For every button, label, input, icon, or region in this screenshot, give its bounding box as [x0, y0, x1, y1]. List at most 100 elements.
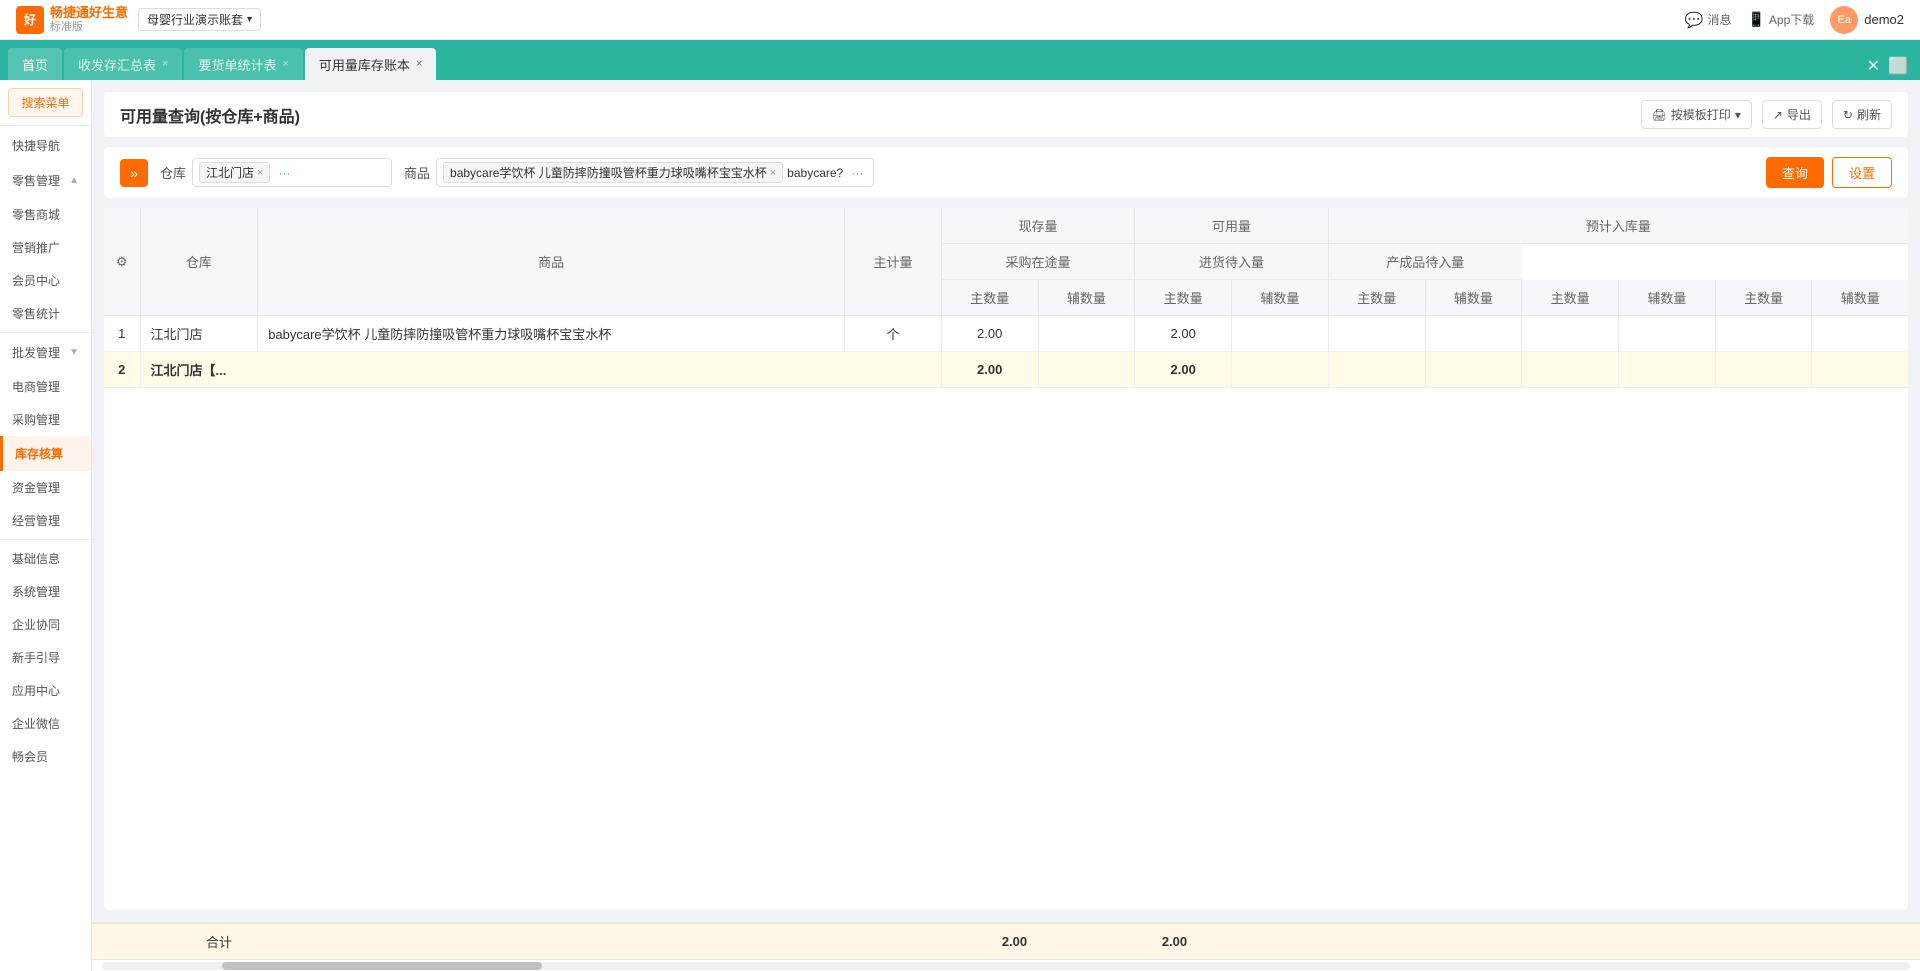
product-extra-label: babycare?	[787, 166, 843, 180]
row-inbound-pending-main	[1522, 316, 1619, 352]
data-table: ⚙ 仓库 商品 主计量 现存量 可用量 预计入库量 采购在途量 进货待入量 产成…	[104, 208, 1908, 388]
sidebar-item-zero-sales-mall[interactable]: 零售商城	[0, 198, 91, 231]
page-title: 可用量查询(按仓库+商品)	[120, 103, 300, 127]
stock-group-header: 现存量	[941, 208, 1134, 244]
finished-pending-header: 产成品待入量	[1328, 244, 1521, 280]
tab-available-stock[interactable]: 可用量库存账本 ×	[305, 48, 436, 80]
app-download-button[interactable]: 📱 App下载	[1747, 11, 1814, 28]
table-footer-area: 合计 2.00 2.00	[92, 922, 1920, 971]
search-menu-button[interactable]: 搜索菜单	[8, 88, 83, 117]
subtotal-available-main: 2.00	[1135, 352, 1232, 388]
tab-close-order-stats[interactable]: ×	[282, 58, 288, 70]
tenant-selector[interactable]: 母婴行业演示账套 ▾	[138, 8, 261, 31]
message-icon: 💬	[1685, 11, 1704, 29]
sidebar-item-marketing[interactable]: 营销推广	[0, 231, 91, 264]
row-warehouse: 江北门店	[140, 316, 258, 352]
sidebar-item-app-center[interactable]: 应用中心	[0, 674, 91, 707]
page-actions: 🖨 按模板打印 ▾ ↗ 导出 ↻ 刷新	[1641, 100, 1892, 129]
export-icon: ↗	[1773, 108, 1783, 122]
unit-column-header: 主计量	[845, 208, 942, 316]
tab-receive-send[interactable]: 收发存汇总表 ×	[64, 48, 182, 80]
subtotal-no: 2	[104, 352, 140, 388]
page-header: 可用量查询(按仓库+商品) 🖨 按模板打印 ▾ ↗ 导出 ↻ 刷新	[104, 92, 1908, 137]
sidebar-item-business-mgmt[interactable]: 经营管理	[0, 504, 91, 537]
warehouse-tag-close-icon[interactable]: ×	[257, 167, 263, 179]
tab-order-stats[interactable]: 要货单统计表 ×	[184, 48, 302, 80]
maximize-icon[interactable]: ⬜	[1888, 56, 1908, 76]
sidebar-item-system-mgmt[interactable]: 系统管理	[0, 575, 91, 608]
warehouse-column-header: 仓库	[140, 208, 258, 316]
arrow-icon: ▲	[69, 175, 79, 186]
sidebar-item-ecommerce-mgmt[interactable]: 电商管理	[0, 370, 91, 403]
table-header-row-1: ⚙ 仓库 商品 主计量 现存量 可用量 预计入库量	[104, 208, 1908, 244]
content-area: 可用量查询(按仓库+商品) 🖨 按模板打印 ▾ ↗ 导出 ↻ 刷新	[92, 80, 1920, 971]
product-tag-close-icon[interactable]: ×	[770, 167, 776, 179]
inbound-pending-aux-header: 辅数量	[1618, 280, 1715, 316]
settings-column-header[interactable]: ⚙	[104, 208, 140, 316]
row-unit: 个	[845, 316, 942, 352]
query-button[interactable]: 查询	[1766, 157, 1824, 188]
tab-home[interactable]: 首页	[8, 48, 62, 80]
subtotal-row: 2 江北门店【... 2.00 2.00	[104, 352, 1908, 388]
page-content: 可用量查询(按仓库+商品) 🖨 按模板打印 ▾ ↗ 导出 ↻ 刷新	[92, 80, 1920, 922]
filter-toggle-button[interactable]: »	[120, 159, 148, 187]
available-main-header: 主数量	[1135, 280, 1232, 316]
sidebar-search-area: 搜索菜单	[0, 80, 91, 126]
warehouse-input[interactable]: 江北门店 × ···	[192, 158, 392, 187]
planned-inbound-group-header: 预计入库量	[1328, 208, 1908, 244]
footer-summary: 合计 2.00 2.00	[92, 923, 1920, 959]
settings-button[interactable]: 设置	[1832, 157, 1892, 188]
footer-available-main: 2.00	[1135, 934, 1215, 949]
sidebar-item-purchase-mgmt[interactable]: 采购管理	[0, 403, 91, 436]
stock-aux-header: 辅数量	[1038, 280, 1135, 316]
tab-close-available-stock[interactable]: ×	[416, 58, 422, 70]
subtotal-purchase-transit-main	[1328, 352, 1425, 388]
sidebar-item-inventory-check[interactable]: 库存核算	[0, 436, 91, 471]
scroll-thumb[interactable]	[222, 962, 542, 970]
row-finished-pending-main	[1715, 316, 1812, 352]
sidebar-item-enterprise-collab[interactable]: 企业协同	[0, 608, 91, 641]
row-product: babycare学饮杯 儿童防摔防撞吸管杯重力球吸嘴杯宝宝水杯	[258, 316, 845, 352]
user-name-label: demo2	[1864, 12, 1904, 27]
subtotal-label: 江北门店【...	[140, 352, 941, 388]
footer-stock-main: 2.00	[975, 934, 1055, 949]
sidebar-item-zero-sales-stats[interactable]: 零售统计	[0, 297, 91, 330]
refresh-button[interactable]: ↻ 刷新	[1832, 100, 1892, 129]
filter-bar: » 仓库 江北门店 × ··· 商品 babycare	[104, 147, 1908, 198]
row-purchase-transit-aux	[1425, 316, 1522, 352]
subtotal-available-aux	[1232, 352, 1329, 388]
sidebar-item-wholesale-mgmt[interactable]: 批发管理 ▼	[0, 335, 91, 370]
app-icon: 📱	[1747, 11, 1764, 28]
message-button[interactable]: 💬 消息	[1685, 11, 1732, 29]
export-button[interactable]: ↗ 导出	[1762, 100, 1822, 129]
gear-icon: ⚙	[116, 254, 128, 269]
finished-pending-aux-header: 辅数量	[1812, 280, 1908, 316]
sidebar-item-finance-mgmt[interactable]: 资金管理	[0, 471, 91, 504]
print-template-button[interactable]: 🖨 按模板打印 ▾	[1641, 100, 1752, 129]
product-input[interactable]: babycare学饮杯 儿童防摔防撞吸管杯重力球吸嘴杯宝宝水杯 × babyca…	[436, 158, 874, 187]
product-filter-group: 商品 babycare学饮杯 儿童防摔防撞吸管杯重力球吸嘴杯宝宝水杯 × bab…	[404, 158, 874, 187]
finished-pending-main-header: 主数量	[1715, 280, 1812, 316]
sidebar-item-vip-member[interactable]: 畅会员	[0, 740, 91, 773]
product-label: 商品	[404, 163, 430, 182]
product-more-button[interactable]: ···	[847, 164, 867, 182]
row-available-main: 2.00	[1135, 316, 1232, 352]
warehouse-label: 仓库	[160, 163, 186, 182]
sidebar-item-zero-sales-mgmt[interactable]: 零售管理 ▲	[0, 163, 91, 198]
horizontal-scrollbar[interactable]	[92, 959, 1920, 971]
sidebar-item-enterprise-wechat[interactable]: 企业微信	[0, 707, 91, 740]
sidebar-item-new-guide[interactable]: 新手引导	[0, 641, 91, 674]
sidebar-item-basic-info[interactable]: 基础信息	[0, 542, 91, 575]
warehouse-filter-group: 仓库 江北门店 × ···	[160, 158, 392, 187]
close-window-icon[interactable]: ✕	[1867, 56, 1880, 76]
subtotal-inbound-pending-main	[1522, 352, 1619, 388]
user-profile[interactable]: Ea demo2	[1830, 6, 1904, 34]
brand-logo: 好 畅捷通好生意 标准版	[16, 5, 128, 34]
sidebar-item-quick-nav[interactable]: 快捷导航	[0, 128, 91, 163]
row-purchase-transit-main	[1328, 316, 1425, 352]
tab-close-receive-send[interactable]: ×	[162, 58, 168, 70]
subtotal-finished-pending-aux	[1812, 352, 1908, 388]
sidebar-item-member-center[interactable]: 会员中心	[0, 264, 91, 297]
nav-right-buttons: ✕ ⬜	[1867, 56, 1920, 80]
warehouse-more-button[interactable]: ···	[274, 164, 294, 182]
